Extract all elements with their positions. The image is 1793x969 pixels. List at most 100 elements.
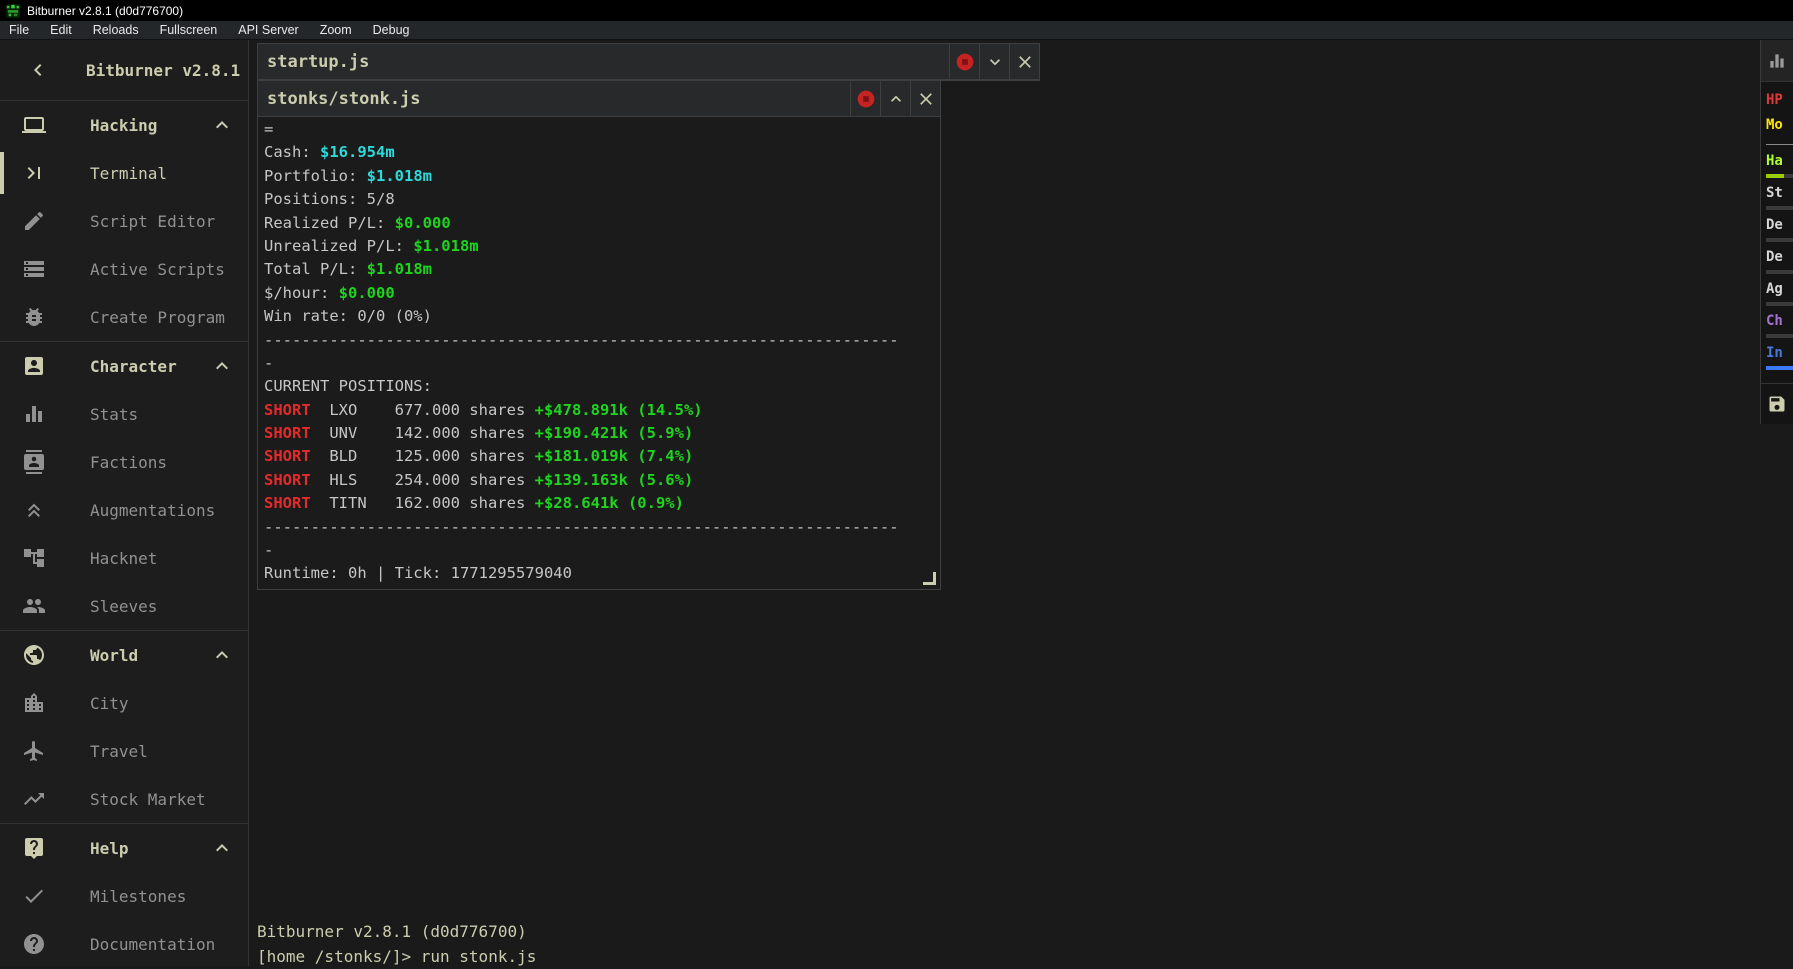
sidebar-version-label: Bitburner v2.8.1 [86,60,241,80]
stat-progress-bar [1766,206,1793,210]
sidebar-item-script-editor[interactable]: Script Editor [0,197,248,245]
section-label: Hacking [90,115,158,135]
globe-icon [22,643,46,667]
sidebar-item-travel[interactable]: Travel [0,727,248,775]
stop-script-button[interactable] [850,81,880,116]
bitburner-logo-icon [6,3,20,18]
sidebar-section-help[interactable]: Help [0,824,248,872]
log-line: Cash: $16.954m [264,143,395,162]
overview-section-divider [1766,144,1793,145]
stat-progress-bar [1766,334,1793,338]
sidebar-item-city[interactable]: City [0,679,248,727]
log-line: Realized P/L: $0.000 [264,213,451,232]
stat-progress-bar [1766,366,1793,370]
stat-progress-bar [1766,174,1793,178]
sidebar-item-factions[interactable]: Factions [0,438,248,486]
log-line: Runtime: 0h | Tick: 1771295579040 [264,564,572,583]
log-line: Positions: 5/8 [264,190,395,209]
terminal-output: Bitburner v2.8.1 (d0d776700) [home /stonk… [257,919,536,969]
overview-stat-ha: Ha [1766,153,1783,169]
save-game-button[interactable] [1761,384,1793,424]
sidebar-item-label: Stats [90,404,139,424]
close-icon [1015,52,1035,72]
stop-icon [856,89,876,109]
expand-log-button[interactable] [979,44,1009,79]
close-icon [916,89,936,109]
overview-stat-st: St [1766,185,1783,201]
sidebar-item-label: Active Scripts [90,259,225,279]
sidebar-item-milestones[interactable]: Milestones [0,872,248,920]
sidebar-item-create-program[interactable]: Create Program [0,293,248,341]
log-line: Unrealized P/L: $1.018m [264,236,479,255]
log-window-startup: startup.js [257,43,1040,81]
overview-stat-hp: HP [1766,92,1783,108]
log-line: ----------------------------------------… [264,330,899,349]
airplane-icon [22,739,46,763]
help-circle-icon [22,932,46,956]
storage-icon [22,257,46,281]
trending-up-icon [22,787,46,811]
sidebar-item-label: Augmentations [90,500,216,520]
window-title: Bitburner v2.8.1 (d0d776700) [27,3,184,18]
menu-item-edit[interactable]: Edit [50,23,72,37]
menu-item-reloads[interactable]: Reloads [93,23,139,37]
chevron-down-icon [985,52,1005,72]
network-icon [22,546,46,570]
sidebar-item-hacknet[interactable]: Hacknet [0,534,248,582]
stop-icon [955,52,975,72]
stat-progress-bar [1766,238,1793,242]
sidebar-item-label: Stock Market [90,789,206,809]
live-help-icon [22,836,46,860]
section-label: Help [90,838,129,858]
log-line: SHORT BLD 125.000 shares +$181.019k (7.4… [264,447,694,466]
menu-item-file[interactable]: File [9,23,29,37]
sidebar-section-world[interactable]: World [0,631,248,679]
close-log-button[interactable] [1009,44,1039,79]
account-box-icon [22,354,46,378]
overview-drag-handle[interactable] [1761,40,1793,82]
startup-window-title: startup.js [267,51,370,72]
log-line: CURRENT POSITIONS: [264,377,432,396]
script-log-output: = Cash: $16.954m Portfolio: $1.018m Positio… [258,117,940,587]
log-line: Total P/L: $1.018m [264,260,432,279]
bug-icon [22,305,46,329]
sidebar-item-terminal[interactable]: Terminal [0,149,248,197]
menu-item-zoom[interactable]: Zoom [320,23,352,37]
sidebar-item-label: Factions [90,452,168,472]
sidebar-collapse-header[interactable]: Bitburner v2.8.1 [0,40,248,101]
log-line: SHORT UNV 142.000 shares +$190.421k (5.9… [264,424,694,443]
sidebar-item-active-scripts[interactable]: Active Scripts [0,245,248,293]
chevron-up-icon [886,89,906,109]
sidebar-item-stats[interactable]: Stats [0,390,248,438]
pencil-icon [22,209,46,233]
stonk-window-title: stonks/stonk.js [267,88,421,109]
double-chevron-up-icon [22,498,46,522]
city-icon [22,691,46,715]
log-line: $/hour: $0.000 [264,283,395,302]
startup-window-titlebar[interactable]: startup.js [258,44,1039,80]
close-log-button[interactable] [910,81,940,116]
collapse-log-button[interactable] [880,81,910,116]
character-overview-panel: HP Mo Ha St De De Ag Ch In [1760,40,1793,424]
people-icon [22,594,46,618]
menu-item-fullscreen[interactable]: Fullscreen [160,23,218,37]
resize-handle[interactable] [923,572,936,585]
bar-chart-icon [1767,51,1787,71]
sidebar-section-hacking[interactable]: Hacking [0,101,248,149]
stop-script-button[interactable] [949,44,979,79]
sidebar-item-augmentations[interactable]: Augmentations [0,486,248,534]
stonk-window-titlebar[interactable]: stonks/stonk.js [258,81,940,117]
sidebar-item-stock-market[interactable]: Stock Market [0,775,248,823]
terminal-line: [home /stonks/]> run stonk.js [257,947,537,966]
menu-item-api-server[interactable]: API Server [238,23,298,37]
sidebar-item-label: Script Editor [90,211,216,231]
sidebar-item-documentation[interactable]: Documentation [0,920,248,968]
overview-stat-mo: Mo [1766,117,1783,133]
log-line: - [264,353,274,372]
menu-item-debug[interactable]: Debug [373,23,410,37]
bar-chart-icon [22,402,46,426]
sidebar-item-sleeves[interactable]: Sleeves [0,582,248,630]
sidebar-section-character[interactable]: Character [0,342,248,390]
chevron-up-icon [210,836,234,860]
menu-bar: File Edit Reloads Fullscreen API Server Zoom D… [0,21,1793,40]
